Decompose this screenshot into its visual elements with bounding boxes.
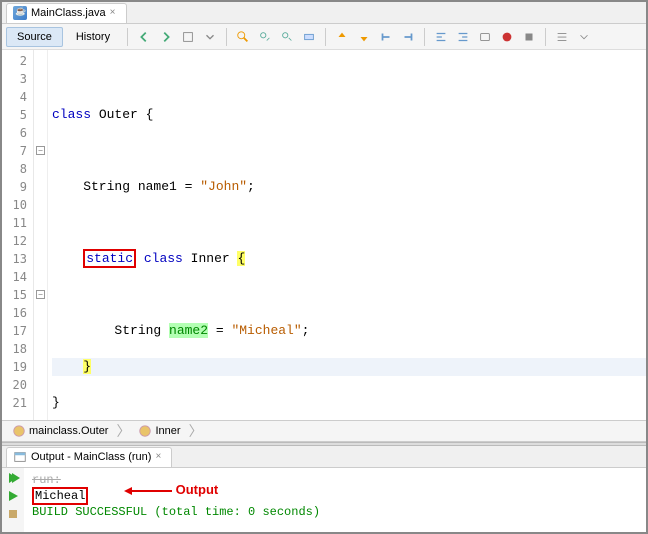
fold-toggle-icon[interactable]: − xyxy=(36,146,45,155)
output-tab-label: Output - MainClass (run) xyxy=(31,451,151,463)
stop-icon[interactable] xyxy=(519,27,539,47)
dropdown-icon[interactable] xyxy=(200,27,220,47)
output-icon xyxy=(13,450,27,464)
indent-left-icon[interactable] xyxy=(431,27,451,47)
find-icon[interactable] xyxy=(233,27,253,47)
separator xyxy=(127,28,128,46)
chevron-right-icon: 〉 xyxy=(116,421,130,441)
highlight-icon[interactable] xyxy=(299,27,319,47)
tab-source[interactable]: Source xyxy=(6,27,63,47)
close-icon[interactable]: × xyxy=(155,452,165,462)
prev-mark-icon[interactable] xyxy=(376,27,396,47)
shift-up-icon[interactable] xyxy=(332,27,352,47)
breadcrumb-item[interactable]: Inner xyxy=(132,424,186,438)
close-icon[interactable]: × xyxy=(110,8,120,18)
output-console[interactable]: run: Micheal BUILD SUCCESSFUL (total tim… xyxy=(24,468,646,532)
separator xyxy=(424,28,425,46)
output-tab-bar: Output - MainClass (run) × xyxy=(2,446,646,468)
output-tab[interactable]: Output - MainClass (run) × xyxy=(6,447,172,467)
output-controls xyxy=(2,468,24,532)
breadcrumb-item[interactable]: mainclass.Outer xyxy=(6,424,114,438)
java-file-icon xyxy=(13,6,27,20)
code-editor[interactable]: 23456789101112131415161718192021 − − cla… xyxy=(2,50,646,420)
class-icon xyxy=(138,424,152,438)
breadcrumb: mainclass.Outer 〉 Inner 〉 xyxy=(2,420,646,442)
annotation-arrow: Output xyxy=(124,482,218,498)
output-panel: run: Micheal BUILD SUCCESSFUL (total tim… xyxy=(2,468,646,532)
file-tab-bar: MainClass.java × xyxy=(2,2,646,24)
find-prev-icon[interactable] xyxy=(255,27,275,47)
indent-right-icon[interactable] xyxy=(453,27,473,47)
record-icon[interactable] xyxy=(497,27,517,47)
bookmark-icon[interactable] xyxy=(178,27,198,47)
rerun-icon[interactable] xyxy=(5,470,21,486)
chevron-right-icon: 〉 xyxy=(189,421,203,441)
tab-history[interactable]: History xyxy=(65,27,121,47)
run-icon[interactable] xyxy=(5,488,21,504)
file-tab-label: MainClass.java xyxy=(31,7,106,19)
annotation-label: Output xyxy=(176,482,219,497)
editor-toolbar: Source History xyxy=(2,24,646,50)
output-run-label: run: xyxy=(32,472,638,488)
separator xyxy=(325,28,326,46)
fold-toggle-icon[interactable]: − xyxy=(36,290,45,299)
file-tab[interactable]: MainClass.java × xyxy=(6,3,127,23)
line-gutter: 23456789101112131415161718192021 xyxy=(2,50,34,420)
find-next-icon[interactable] xyxy=(277,27,297,47)
next-mark-icon[interactable] xyxy=(398,27,418,47)
comment-icon[interactable] xyxy=(475,27,495,47)
separator xyxy=(226,28,227,46)
nav-back-icon[interactable] xyxy=(134,27,154,47)
shift-down-icon[interactable] xyxy=(354,27,374,47)
fold-gutter: − − xyxy=(34,50,48,420)
class-icon xyxy=(12,424,26,438)
stop-output-icon[interactable] xyxy=(5,506,21,522)
output-result: Micheal xyxy=(32,487,88,505)
lines-icon[interactable] xyxy=(552,27,572,47)
code-area[interactable]: class Outer { String name1 = "John"; sta… xyxy=(48,50,646,420)
nav-fwd-icon[interactable] xyxy=(156,27,176,47)
separator xyxy=(545,28,546,46)
output-build-status: BUILD SUCCESSFUL (total time: 0 seconds) xyxy=(32,504,638,520)
toolbar-dropdown-icon[interactable] xyxy=(574,27,594,47)
